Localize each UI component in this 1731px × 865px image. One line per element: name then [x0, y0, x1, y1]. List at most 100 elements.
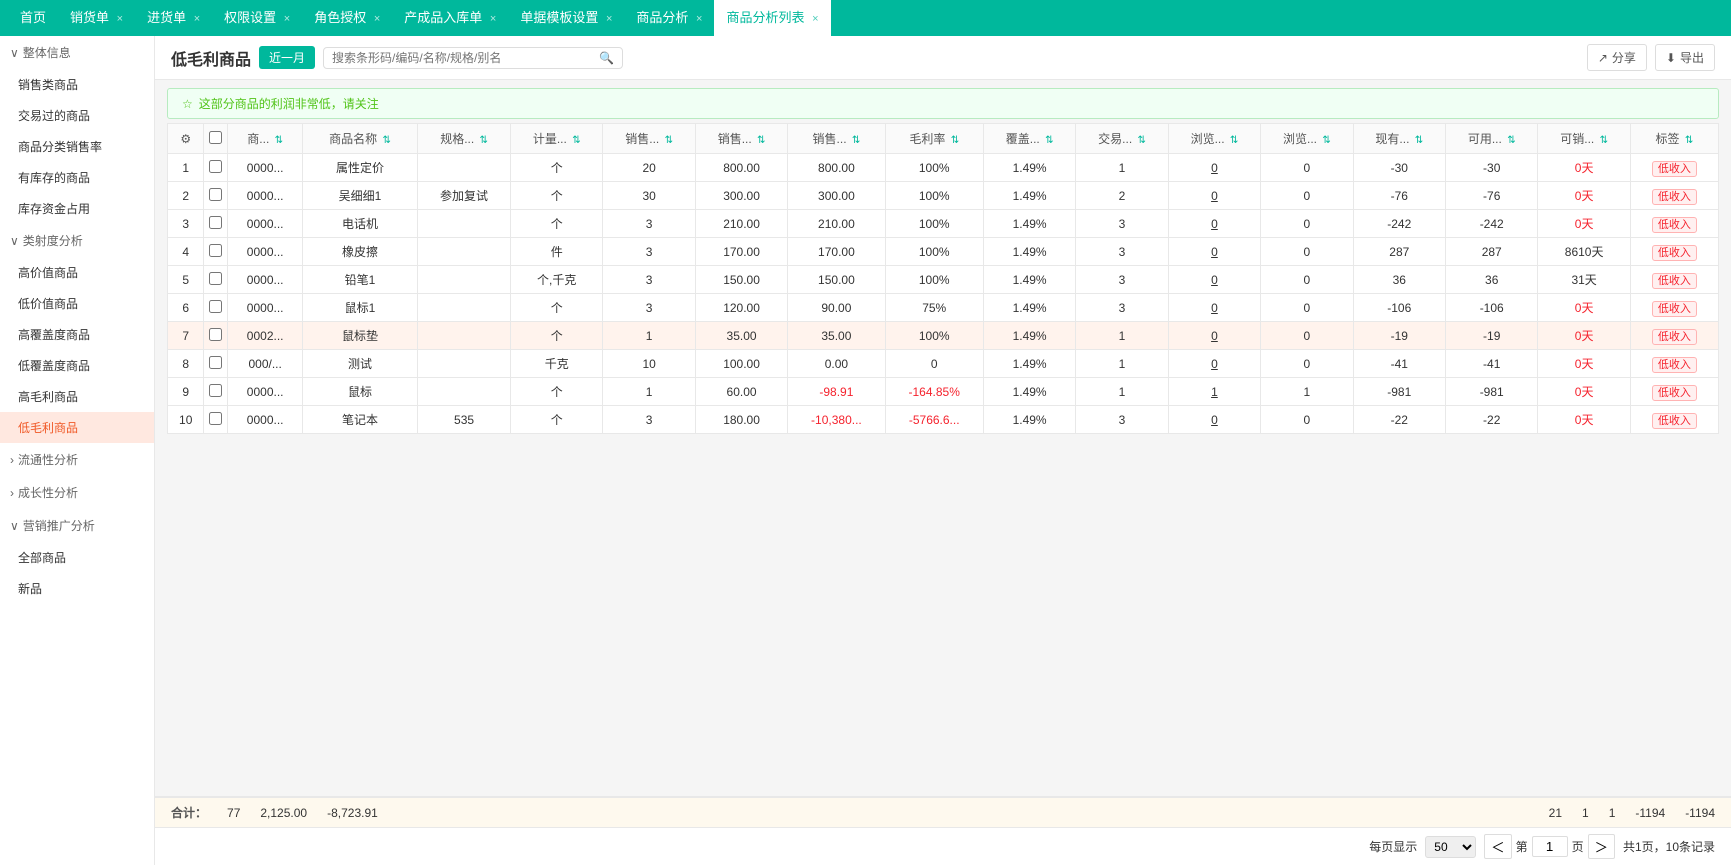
views1-link[interactable]: 0 [1211, 357, 1218, 371]
export-button[interactable]: ⬇ 导出 [1655, 44, 1715, 71]
cell-checkbox[interactable] [204, 406, 228, 434]
cell-views1[interactable]: 0 [1168, 294, 1260, 322]
search-input[interactable] [332, 51, 599, 65]
per-page-select[interactable]: 50 100 200 [1425, 836, 1476, 858]
cell-views1[interactable]: 0 [1168, 238, 1260, 266]
col-transaction[interactable]: 交易... ⇅ [1076, 124, 1168, 154]
views1-link[interactable]: 0 [1211, 301, 1218, 315]
col-sellable-days[interactable]: 可销... ⇅ [1538, 124, 1630, 154]
cell-views1[interactable]: 0 [1168, 154, 1260, 182]
cell-views1[interactable]: 0 [1168, 350, 1260, 378]
row-checkbox[interactable] [209, 328, 222, 341]
row-checkbox[interactable] [209, 160, 222, 173]
next-page-button[interactable]: ＞ [1588, 834, 1615, 859]
cell-views1[interactable]: 0 [1168, 322, 1260, 350]
sidebar-item-high-value[interactable]: 高价值商品 [0, 257, 154, 288]
sidebar-group-circulation[interactable]: › 流通性分析 [0, 443, 154, 476]
sidebar-item-low-value[interactable]: 低价值商品 [0, 288, 154, 319]
col-name[interactable]: 商品名称 ⇅ [302, 124, 417, 154]
nav-purchase[interactable]: 进货单 × [135, 0, 212, 36]
col-sales-profit[interactable]: 销售... ⇅ [788, 124, 885, 154]
col-sales-qty[interactable]: 销售... ⇅ [603, 124, 695, 154]
sidebar-item-low-coverage[interactable]: 低覆盖度商品 [0, 350, 154, 381]
cell-views1[interactable]: 0 [1168, 210, 1260, 238]
cell-checkbox[interactable] [204, 266, 228, 294]
row-checkbox[interactable] [209, 188, 222, 201]
views1-link[interactable]: 0 [1211, 161, 1218, 175]
time-filter-button[interactable]: 近一月 [259, 46, 315, 69]
row-checkbox[interactable] [209, 272, 222, 285]
cell-checkbox[interactable] [204, 154, 228, 182]
views1-link[interactable]: 0 [1211, 217, 1218, 231]
nav-product-analysis[interactable]: 商品分析 × [624, 0, 714, 36]
col-gross-margin[interactable]: 毛利率 ⇅ [885, 124, 983, 154]
row-checkbox[interactable] [209, 356, 222, 369]
search-icon[interactable]: 🔍 [599, 51, 614, 65]
cell-checkbox[interactable] [204, 210, 228, 238]
sidebar-group-coverage[interactable]: ∨ 类射度分析 [0, 224, 154, 257]
sidebar-item-stocked-goods[interactable]: 有库存的商品 [0, 162, 154, 193]
row-checkbox[interactable] [209, 384, 222, 397]
col-sales-amount[interactable]: 销售... ⇅ [695, 124, 787, 154]
cell-checkbox[interactable] [204, 378, 228, 406]
sidebar-group-marketing[interactable]: ∨ 营销推广分析 [0, 509, 154, 542]
nav-products-in[interactable]: 产成品入库单 × [392, 0, 508, 36]
select-all-checkbox[interactable] [209, 131, 222, 144]
share-button[interactable]: ↗ 分享 [1587, 44, 1647, 71]
row-checkbox[interactable] [209, 216, 222, 229]
close-icon[interactable]: × [284, 13, 290, 25]
close-icon[interactable]: × [117, 13, 123, 25]
views1-link[interactable]: 0 [1211, 245, 1218, 259]
cell-views1[interactable]: 0 [1168, 406, 1260, 434]
col-coverage[interactable]: 覆盖... ⇅ [983, 124, 1075, 154]
close-icon[interactable]: × [194, 13, 200, 25]
views1-link[interactable]: 0 [1211, 273, 1218, 287]
cell-views1[interactable]: 0 [1168, 266, 1260, 294]
row-checkbox[interactable] [209, 300, 222, 313]
sidebar-item-stock-capital[interactable]: 库存资金占用 [0, 193, 154, 224]
cell-checkbox[interactable] [204, 182, 228, 210]
sidebar-item-traded-goods[interactable]: 交易过的商品 [0, 100, 154, 131]
prev-page-button[interactable]: ＜ [1484, 834, 1511, 859]
sidebar-group-growth[interactable]: › 成长性分析 [0, 476, 154, 509]
close-icon[interactable]: × [812, 13, 818, 25]
col-available-stock[interactable]: 可用... ⇅ [1446, 124, 1538, 154]
col-views2[interactable]: 浏览... ⇅ [1261, 124, 1353, 154]
nav-permissions[interactable]: 权限设置 × [212, 0, 302, 36]
col-settings[interactable]: ⚙ [168, 124, 204, 154]
close-icon[interactable]: × [696, 13, 702, 25]
sidebar-item-high-margin[interactable]: 高毛利商品 [0, 381, 154, 412]
page-number-input[interactable] [1532, 836, 1568, 857]
sidebar-item-low-margin[interactable]: 低毛利商品 [0, 412, 154, 443]
views1-link[interactable]: 1 [1211, 385, 1218, 399]
sidebar-item-new-goods[interactable]: 新品 [0, 573, 154, 604]
col-views1[interactable]: 浏览... ⇅ [1168, 124, 1260, 154]
cell-checkbox[interactable] [204, 350, 228, 378]
col-spec[interactable]: 规格... ⇅ [418, 124, 511, 154]
nav-roles[interactable]: 角色授权 × [302, 0, 392, 36]
col-checkbox[interactable] [204, 124, 228, 154]
views1-link[interactable]: 0 [1211, 329, 1218, 343]
sidebar-group-overall[interactable]: ∨ 整体信息 [0, 36, 154, 69]
cell-checkbox[interactable] [204, 238, 228, 266]
col-unit[interactable]: 计量... ⇅ [511, 124, 603, 154]
row-checkbox[interactable] [209, 244, 222, 257]
sidebar-item-sales-goods[interactable]: 销售类商品 [0, 69, 154, 100]
views1-link[interactable]: 0 [1211, 189, 1218, 203]
nav-home[interactable]: 首页 [8, 0, 58, 36]
sidebar-item-high-coverage[interactable]: 高覆盖度商品 [0, 319, 154, 350]
close-icon[interactable]: × [606, 13, 612, 25]
row-checkbox[interactable] [209, 412, 222, 425]
close-icon[interactable]: × [490, 13, 496, 25]
cell-checkbox[interactable] [204, 322, 228, 350]
sidebar-item-all-goods[interactable]: 全部商品 [0, 542, 154, 573]
close-icon[interactable]: × [374, 13, 380, 25]
nav-sales[interactable]: 销货单 × [58, 0, 135, 36]
nav-product-analysis-list[interactable]: 商品分析列表 × [714, 0, 830, 36]
cell-views1[interactable]: 1 [1168, 378, 1260, 406]
col-current-stock[interactable]: 现有... ⇅ [1353, 124, 1445, 154]
views1-link[interactable]: 0 [1211, 413, 1218, 427]
sidebar-item-category-sales[interactable]: 商品分类销售率 [0, 131, 154, 162]
cell-checkbox[interactable] [204, 294, 228, 322]
cell-views1[interactable]: 0 [1168, 182, 1260, 210]
